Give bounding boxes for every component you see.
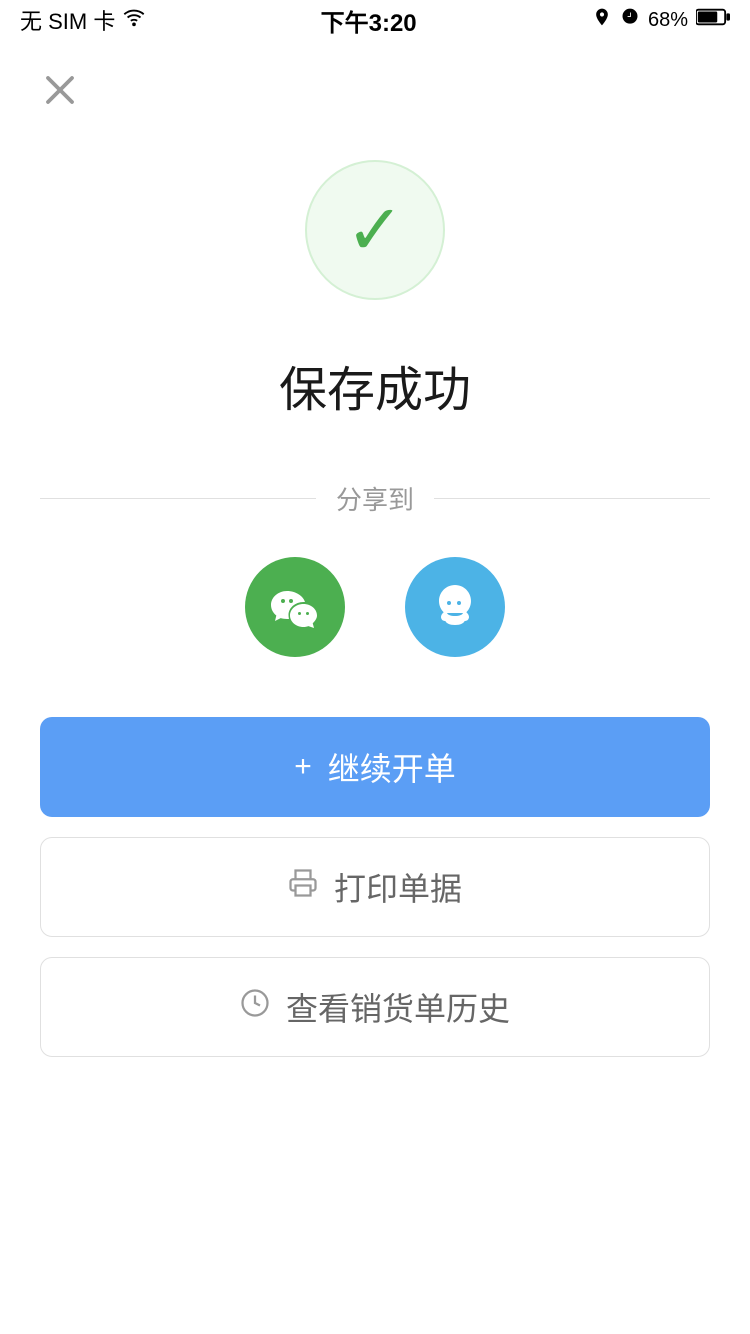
- carrier-label: 无 SIM 卡: [20, 4, 115, 36]
- wifi-icon: [123, 6, 145, 34]
- continue-label: 继续开单: [328, 744, 456, 790]
- divider-line-right: [434, 498, 710, 499]
- history-icon: [240, 988, 270, 1026]
- status-right: 68%: [592, 7, 730, 33]
- location-icon: [592, 7, 612, 33]
- battery-icon: [696, 8, 730, 32]
- share-section: 分享到: [40, 480, 710, 657]
- alarm-icon: [620, 7, 640, 33]
- main-content: ✓ 保存成功 分享到 +: [0, 140, 750, 1334]
- qq-share-button[interactable]: [405, 557, 505, 657]
- status-time: 下午3:20: [321, 3, 417, 38]
- continue-button[interactable]: + 继续开单: [40, 717, 710, 817]
- close-button[interactable]: [30, 60, 90, 120]
- checkmark-icon: ✓: [346, 195, 405, 265]
- share-icons: [40, 557, 710, 657]
- success-circle: ✓: [305, 160, 445, 300]
- plus-icon: +: [294, 750, 312, 784]
- action-buttons: + 继续开单 打印单据 查看销货单历史: [40, 717, 710, 1057]
- print-button[interactable]: 打印单据: [40, 837, 710, 937]
- status-bar: 无 SIM 卡 下午3:20 68%: [0, 0, 750, 40]
- history-label: 查看销货单历史: [286, 984, 510, 1030]
- history-button[interactable]: 查看销货单历史: [40, 957, 710, 1057]
- status-left: 无 SIM 卡: [20, 4, 145, 36]
- success-title: 保存成功: [279, 350, 471, 420]
- divider-line-left: [40, 498, 316, 499]
- battery-label: 68%: [648, 9, 688, 32]
- share-divider: 分享到: [40, 480, 710, 517]
- share-label: 分享到: [336, 480, 414, 517]
- print-label: 打印单据: [334, 864, 462, 910]
- wechat-share-button[interactable]: [245, 557, 345, 657]
- printer-icon: [288, 868, 318, 906]
